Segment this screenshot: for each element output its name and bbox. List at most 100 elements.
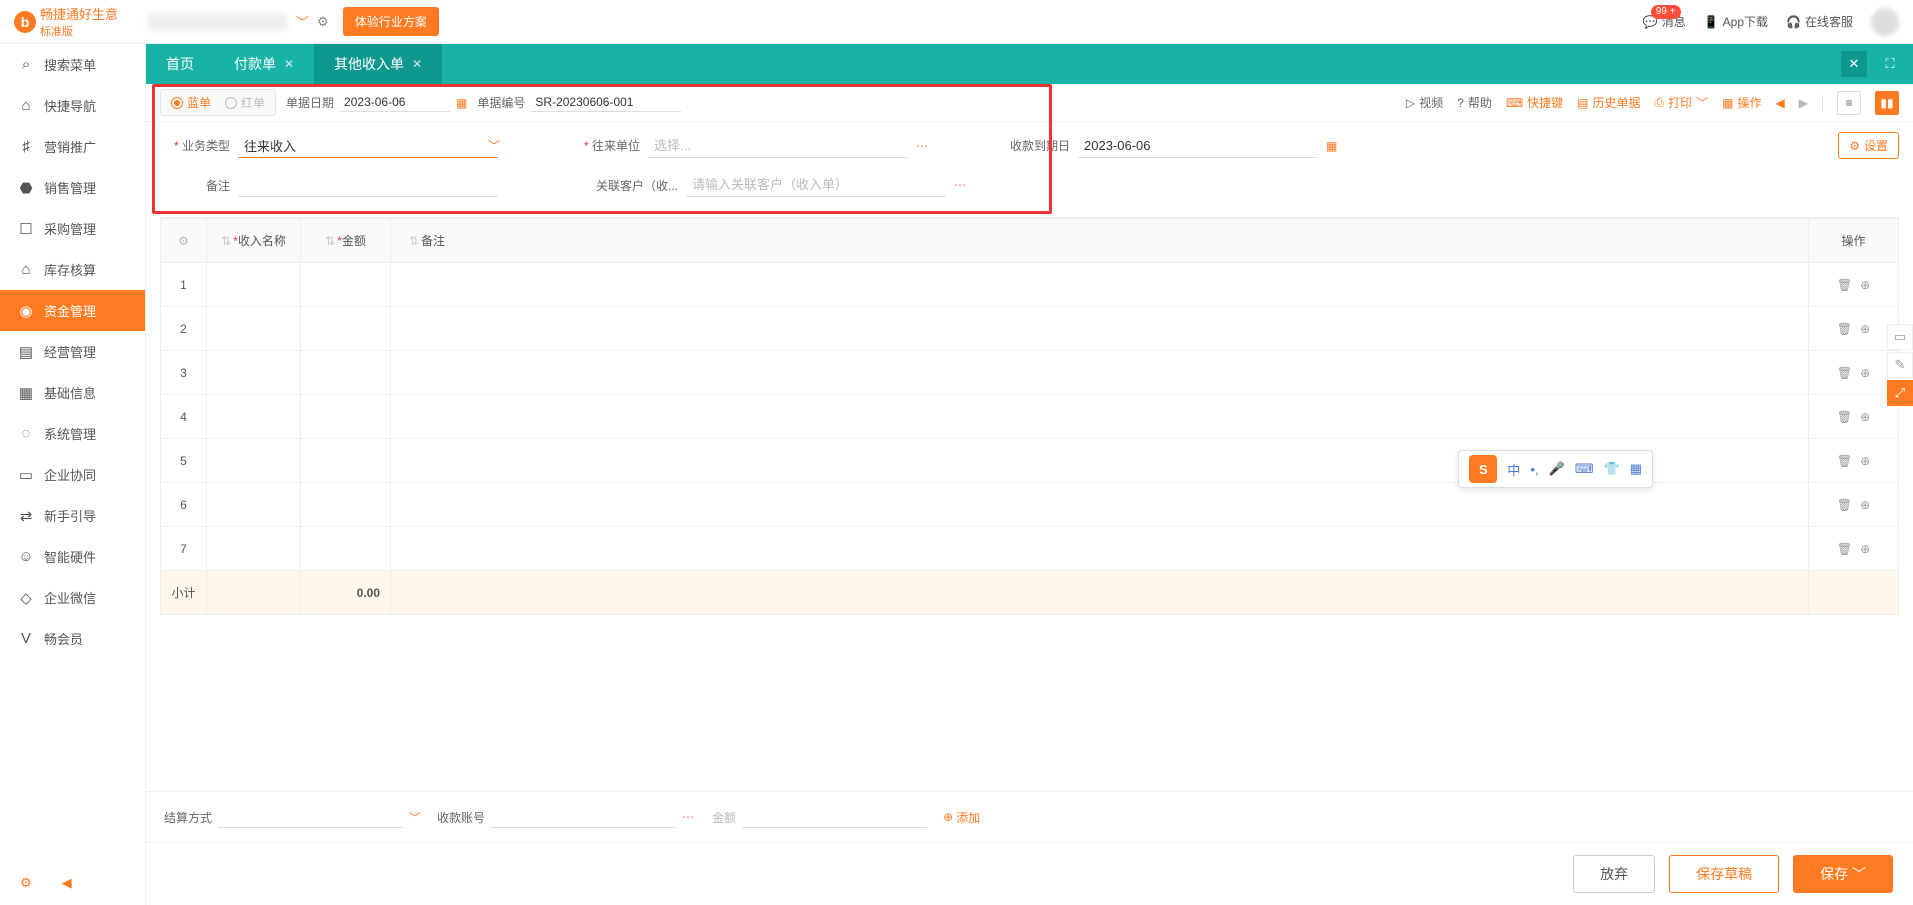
add-row-icon[interactable]: ⊕ [1860,366,1870,380]
chevron-down-icon[interactable]: ﹀ [409,809,421,826]
next-button[interactable]: ▶ [1799,96,1808,110]
calendar-icon[interactable]: ▦ [1326,139,1337,153]
table-row[interactable]: 2🗑⊕ [161,307,1899,351]
settings-button[interactable]: ⚙设置 [1838,132,1899,159]
cell-amount[interactable] [301,351,391,395]
print-button[interactable]: ⎙打印﹀ [1655,94,1709,111]
sidebar-item-1[interactable]: ⌂快捷导航 [0,85,145,126]
sidebar-item-5[interactable]: ⌂库存核算 [0,249,145,290]
col-config[interactable]: ⚙ [161,219,207,263]
col-remark[interactable]: ⇅备注 [391,219,1809,263]
add-row-icon[interactable]: ⊕ [1860,278,1870,292]
ime-lang[interactable]: 中 [1507,460,1520,479]
calendar-icon[interactable]: ▦ [456,96,467,110]
cell-name[interactable] [207,395,301,439]
save-button[interactable]: 保存 ﹀ [1793,855,1893,893]
cell-name[interactable] [207,527,301,571]
cell-name[interactable] [207,307,301,351]
shortcut-button[interactable]: ⌨快捷键 [1506,94,1563,111]
tab-1[interactable]: 付款单✕ [214,44,314,84]
delete-row-icon[interactable]: 🗑 [1837,366,1852,380]
due-date-input[interactable] [1078,134,1318,158]
sidebar-collapse-icon[interactable]: ◀ [62,875,72,891]
ime-toolbar[interactable]: S 中 •, 🎤 ⌨ 👕 ▦ [1458,450,1653,488]
sidebar-item-0[interactable]: ⌕搜索菜单 [0,44,145,85]
sidebar-settings-icon[interactable]: ⚙ [20,875,32,891]
cell-name[interactable] [207,263,301,307]
add-settlement-button[interactable]: ⊕添加 [943,809,980,826]
rail-note-button[interactable]: ▭ [1887,324,1913,350]
sidebar-item-3[interactable]: ⬣销售管理 [0,167,145,208]
table-row[interactable]: 3🗑⊕ [161,351,1899,395]
bill-date-value[interactable]: 2023-06-06 [340,93,450,112]
sidebar-item-12[interactable]: ☺智能硬件 [0,536,145,577]
discard-button[interactable]: 放弃 [1573,855,1655,893]
settle-account-input[interactable] [491,806,676,828]
biz-type-select[interactable] [238,134,498,158]
settle-amount-input[interactable] [742,806,927,828]
cell-remark[interactable] [391,263,1809,307]
org-selector[interactable]: ﹀ ⚙ [148,12,329,31]
tab-close-all-button[interactable]: ✕ [1841,51,1867,77]
add-row-icon[interactable]: ⊕ [1860,498,1870,512]
cell-amount[interactable] [301,307,391,351]
partner-lookup-button[interactable]: ⋯ [916,139,930,153]
fullscreen-button[interactable]: ⛶ [1877,51,1903,77]
cell-name[interactable] [207,351,301,395]
avatar[interactable] [1871,8,1899,36]
settle-method-select[interactable] [218,806,403,828]
cell-remark[interactable] [391,483,1809,527]
save-draft-button[interactable]: 保存草稿 [1669,855,1779,893]
ime-skin-icon[interactable]: 👕 [1604,461,1620,477]
cell-amount[interactable] [301,527,391,571]
delete-row-icon[interactable]: 🗑 [1837,454,1852,468]
partner-input[interactable] [648,134,908,158]
sidebar-item-2[interactable]: ♯营销推广 [0,126,145,167]
delete-row-icon[interactable]: 🗑 [1837,278,1852,292]
add-row-icon[interactable]: ⊕ [1860,542,1870,556]
prev-button[interactable]: ◀ [1776,96,1785,110]
cell-remark[interactable] [391,307,1809,351]
col-income-name[interactable]: ⇅*收入名称 [207,219,301,263]
close-icon[interactable]: ✕ [284,57,294,71]
table-row[interactable]: 6🗑⊕ [161,483,1899,527]
sidebar-item-11[interactable]: ⇄新手引导 [0,495,145,536]
cell-amount[interactable] [301,483,391,527]
rail-expand-button[interactable]: ⤢ [1887,380,1913,406]
support-button[interactable]: 🎧 在线客服 [1786,13,1853,30]
ime-keyboard-icon[interactable]: ⌨ [1575,461,1594,477]
chevron-down-icon[interactable]: ﹀ [488,137,500,154]
ops-button[interactable]: ▦操作 [1722,94,1761,111]
tab-2[interactable]: 其他收入单✕ [314,44,442,84]
cell-remark[interactable] [391,351,1809,395]
sidebar-item-7[interactable]: ▤经营管理 [0,331,145,372]
panel-view-button[interactable]: ▮▮ [1875,91,1899,115]
table-row[interactable]: 4🗑⊕ [161,395,1899,439]
cell-amount[interactable] [301,439,391,483]
ime-punct-icon[interactable]: •, [1530,462,1538,477]
delete-row-icon[interactable]: 🗑 [1837,410,1852,424]
video-button[interactable]: ▷视频 [1406,94,1443,111]
rail-edit-button[interactable]: ✎ [1887,352,1913,378]
sidebar-item-14[interactable]: V畅会员 [0,618,145,659]
list-view-button[interactable]: ≡ [1837,91,1861,115]
cell-name[interactable] [207,483,301,527]
add-row-icon[interactable]: ⊕ [1860,322,1870,336]
history-button[interactable]: ▤历史单据 [1577,94,1640,111]
cell-name[interactable] [207,439,301,483]
red-bill-radio[interactable]: 红单 [225,94,265,111]
remark-input[interactable] [238,173,498,197]
cell-remark[interactable] [391,527,1809,571]
table-row[interactable]: 7🗑⊕ [161,527,1899,571]
help-button[interactable]: ?帮助 [1457,94,1492,111]
ime-grid-icon[interactable]: ▦ [1630,461,1642,477]
sidebar-item-8[interactable]: ▦基础信息 [0,372,145,413]
sidebar-item-4[interactable]: ☐采购管理 [0,208,145,249]
settle-account-lookup-button[interactable]: ⋯ [682,810,696,824]
ime-mic-icon[interactable]: 🎤 [1549,461,1565,477]
sidebar-item-13[interactable]: ◇企业微信 [0,577,145,618]
blue-bill-radio[interactable]: 蓝单 [171,94,211,111]
rel-customer-lookup-button[interactable]: ⋯ [954,178,968,192]
cell-amount[interactable] [301,263,391,307]
add-row-icon[interactable]: ⊕ [1860,410,1870,424]
